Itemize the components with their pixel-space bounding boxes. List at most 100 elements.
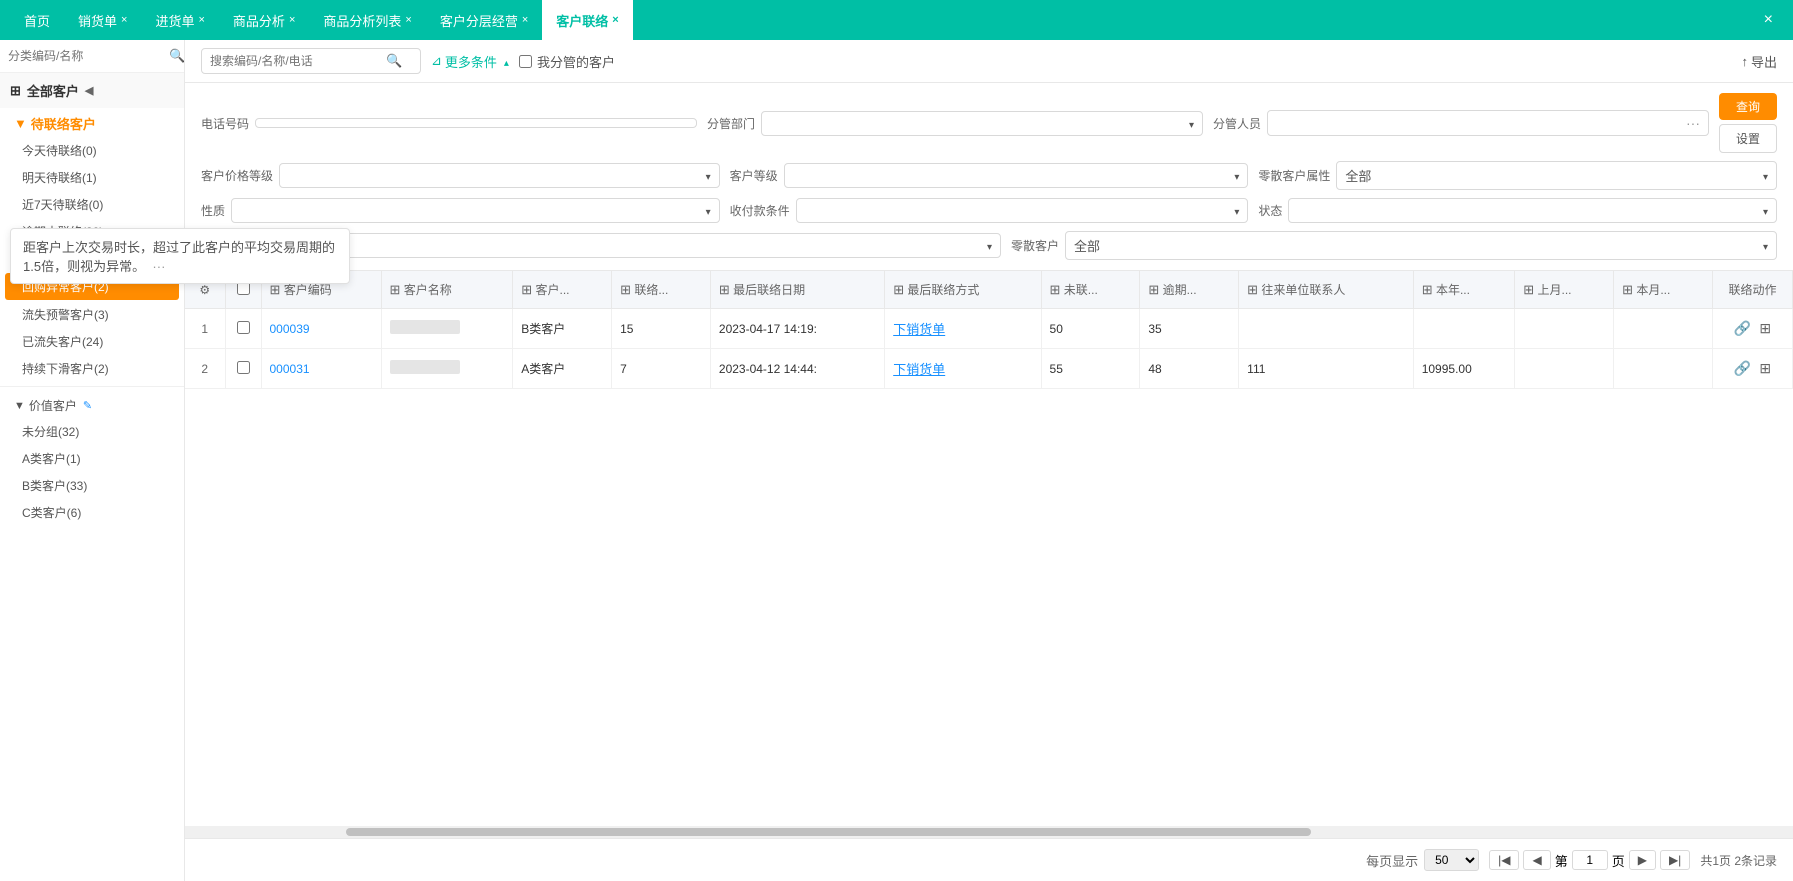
row-checkbox-1[interactable] xyxy=(237,321,250,334)
pagination-bar: 每页显示 50 100 |◀ ◀ 第 页 ▶ ▶| 共1页 2条记录 xyxy=(185,838,1793,881)
filter-search-input[interactable] xyxy=(210,54,380,68)
filter-payment-select[interactable] xyxy=(796,198,1249,223)
filter-search-icon[interactable]: 🔍 xyxy=(386,53,402,69)
my-customer-filter: 我分管的客户 xyxy=(519,52,615,71)
sidebar-item-b-class[interactable]: B类客户(33) xyxy=(0,472,184,499)
filter-retail-customer-select[interactable]: 全部 xyxy=(1065,231,1777,260)
sidebar-item-a-class[interactable]: A类客户(1) xyxy=(0,445,184,472)
apps-icon-1[interactable]: ⊞ xyxy=(1759,320,1771,337)
col-header-this-year: ⊞ 本年... xyxy=(1413,271,1515,309)
link-icon-2[interactable]: 🔗 xyxy=(1734,360,1751,377)
sidebar-search-input[interactable] xyxy=(8,49,163,63)
filter-department: 分管部门 xyxy=(707,111,1203,136)
nav-product-analysis[interactable]: 商品分析 × xyxy=(219,0,309,40)
total-records: 共1页 2条记录 xyxy=(1700,852,1777,869)
filter-phone: 电话号码 xyxy=(201,115,697,132)
nav-customer-segmentation[interactable]: 客户分层经营 × xyxy=(426,0,542,40)
nav-customer-contact[interactable]: 客户联络 × xyxy=(542,0,632,40)
filter-payment: 收付款条件 xyxy=(730,198,1249,223)
chevron-down-icon-5 xyxy=(702,203,711,218)
link-icon-1[interactable]: 🔗 xyxy=(1734,320,1751,337)
cell-uncontacted-1: 50 xyxy=(1041,309,1140,349)
sidebar-item-today[interactable]: 今天待联络(0) xyxy=(0,137,184,164)
chevron-down-icon-6 xyxy=(1230,203,1239,218)
cell-contact-count-1: 15 xyxy=(612,309,711,349)
sidebar-item-churned[interactable]: 已流失客户(24) xyxy=(0,328,184,355)
filter-nature-select[interactable] xyxy=(231,198,720,223)
row-checkbox-2[interactable] xyxy=(237,361,250,374)
cell-last-contact-method-2[interactable]: 下销货单 xyxy=(885,349,1041,389)
query-button[interactable]: 查询 xyxy=(1719,93,1777,120)
filter-price-level-select[interactable] xyxy=(279,163,720,188)
my-customer-checkbox[interactable] xyxy=(519,55,532,68)
col-header-last-contact-method: ⊞ 最后联络方式 xyxy=(885,271,1041,309)
cell-no-1: 1 xyxy=(185,309,225,349)
sidebar-all-customers[interactable]: ⊞ 全部客户 ◀ xyxy=(0,73,184,108)
page-number-input[interactable] xyxy=(1572,850,1608,870)
filter-search-box: 🔍 xyxy=(201,48,421,74)
filter-manager-select[interactable]: ··· xyxy=(1267,110,1709,136)
cell-checkbox-1[interactable] xyxy=(225,309,261,349)
nav-purchase-order[interactable]: 进货单 × xyxy=(141,0,218,40)
cell-this-month-1 xyxy=(1614,309,1713,349)
prev-page-button[interactable]: ◀ xyxy=(1523,850,1550,870)
cell-code-1[interactable]: 000039 xyxy=(261,309,381,349)
more-conditions-toggle[interactable]: ⊿ 更多条件 xyxy=(431,52,509,71)
col-header-overdue: ⊞ 逾期... xyxy=(1140,271,1239,309)
sidebar-item-churn-warning[interactable]: 流失预警客户(3) xyxy=(0,301,184,328)
filter-customer-level-select[interactable] xyxy=(784,163,1249,188)
sidebar-item-7days[interactable]: 近7天待联络(0) xyxy=(0,191,184,218)
sidebar-item-ungroup[interactable]: 未分组(32) xyxy=(0,418,184,445)
sidebar-section-pending: ▼ 待联络客户 xyxy=(0,108,184,137)
top-navigation: 首页 销货单 × 进货单 × 商品分析 × 商品分析列表 × 客户分层经营 × … xyxy=(0,0,1793,40)
first-page-button[interactable]: |◀ xyxy=(1489,850,1519,870)
cell-contact-person-2: 111 xyxy=(1239,349,1414,389)
sidebar-item-declining[interactable]: 持续下滑客户(2) xyxy=(0,355,184,382)
pagination-info: 每页显示 50 100 xyxy=(1366,849,1479,871)
filter-customer-type-select[interactable] xyxy=(289,233,1001,258)
chevron-down-icon xyxy=(1185,116,1194,131)
settings-button[interactable]: 设置 xyxy=(1719,124,1777,153)
filter-retail-attr-select[interactable]: 全部 xyxy=(1336,161,1777,190)
sidebar-search-icon[interactable]: 🔍 xyxy=(169,48,185,64)
nav-home[interactable]: 首页 xyxy=(10,0,64,40)
filter-retail-customer: 零散客户 全部 xyxy=(1011,231,1777,260)
cell-this-month-2 xyxy=(1614,349,1713,389)
filter-department-select[interactable] xyxy=(761,111,1203,136)
cell-code-2[interactable]: 000031 xyxy=(261,349,381,389)
nav-product-analysis-list[interactable]: 商品分析列表 × xyxy=(309,0,425,40)
filter-status-select[interactable] xyxy=(1288,198,1777,223)
cell-customer-type-2: A类客户 xyxy=(513,349,612,389)
sidebar: 🔍 ⊞ 全部客户 ◀ ▼ 待联络客户 今天待联络(0) 明天待联络(1) 近7天… xyxy=(0,40,185,881)
cell-last-contact-method-1[interactable]: 下销货单 xyxy=(885,309,1041,349)
sidebar-item-tomorrow[interactable]: 明天待联络(1) xyxy=(0,164,184,191)
filter-row-3: 性质 收付款条件 状态 xyxy=(201,198,1777,223)
scrollbar-thumb[interactable] xyxy=(346,828,1311,836)
collapse-icon[interactable]: ◀ xyxy=(85,84,93,97)
filter-phone-input[interactable] xyxy=(255,118,697,128)
edit-icon[interactable]: ✎ xyxy=(83,399,92,412)
filter-manager: 分管人员 ··· xyxy=(1213,110,1709,136)
horizontal-scrollbar[interactable] xyxy=(185,826,1793,838)
cell-action-2: 🔗 ⊞ xyxy=(1713,349,1793,389)
chevron-up-icon xyxy=(500,54,509,69)
col-header-customer-type: ⊞ 客户... xyxy=(513,271,612,309)
nav-sales-order[interactable]: 销货单 × xyxy=(64,0,141,40)
cell-last-month-1 xyxy=(1515,309,1614,349)
cell-checkbox-2[interactable] xyxy=(225,349,261,389)
sidebar-item-c-class[interactable]: C类客户(6) xyxy=(0,499,184,526)
advanced-filters: 电话号码 分管部门 分管人员 ··· xyxy=(185,83,1793,271)
close-all-button[interactable]: × xyxy=(1754,11,1783,29)
per-page-select[interactable]: 50 100 xyxy=(1424,849,1479,871)
filter-customer-level: 客户等级 xyxy=(730,163,1249,188)
tooltip-more[interactable]: ··· xyxy=(152,259,165,274)
col-header-contact-person: ⊞ 往来单位联系人 xyxy=(1239,271,1414,309)
last-page-button[interactable]: ▶| xyxy=(1660,850,1690,870)
export-button[interactable]: ↑ 导出 xyxy=(1741,52,1777,71)
next-page-button[interactable]: ▶ xyxy=(1629,850,1656,870)
cell-name-2 xyxy=(381,349,513,389)
table-row: 2 000031 A类客户 7 2023-04-12 14:44: 下销货单 5… xyxy=(185,349,1793,389)
more-icon[interactable]: ··· xyxy=(1686,115,1700,131)
apps-icon-2[interactable]: ⊞ xyxy=(1759,360,1771,377)
col-header-last-contact-date: ⊞ 最后联络日期 xyxy=(710,271,884,309)
